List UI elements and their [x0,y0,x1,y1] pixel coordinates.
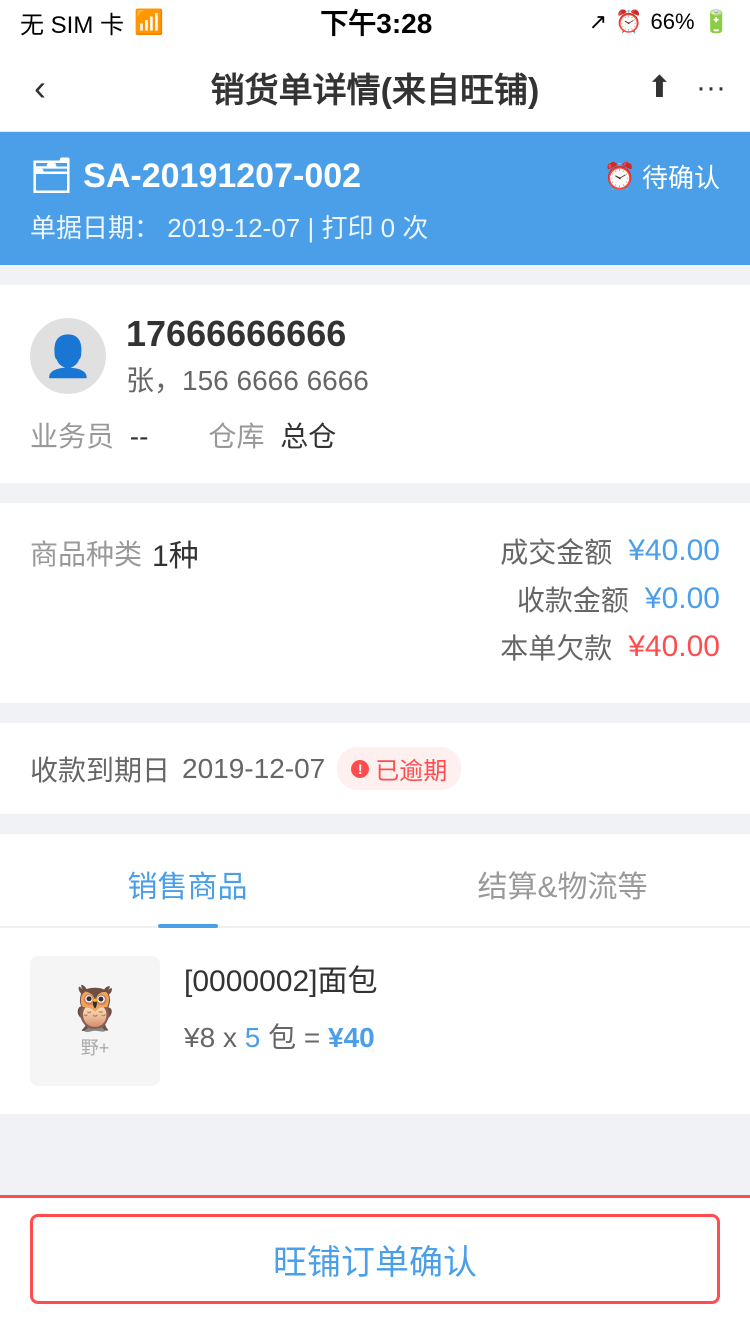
order-header-card: 🗂 SA-20191207-002 ⏰ 待确认 单据日期： 2019-12-07… [0,132,750,265]
status-bar: 无 SIM 卡 📶 下午3:28 ↗ ⏰ 66% 🔋 [0,0,750,44]
order-id-icon: 🗂 [30,156,73,196]
status-right: ↗ ⏰ 66% 🔋 [589,9,730,35]
salesman-label: 业务员 [30,421,114,452]
price-value: ¥8 [184,1022,215,1053]
wifi-icon: 📶 [134,8,164,37]
price-equals: = [304,1022,328,1053]
received-amount: ¥0.00 [645,582,720,616]
product-info: [0000002]面包 ¥8 x 5 包 = ¥40 [184,956,720,1086]
avatar-icon: 👤 [43,333,93,380]
overdue-icon: ! [351,760,369,778]
due-date-section: 收款到期日 2019-12-07 ! 已逾期 [0,723,750,814]
customer-meta: 业务员 -- 仓库 总仓 [30,415,720,455]
bottom-bar: 旺铺订单确认 [0,1195,750,1334]
product-total: ¥40 [328,1022,375,1053]
overdue-badge: ! 已逾期 [337,747,461,790]
alarm-icon: ⏰ [615,9,642,35]
carrier-label: 无 SIM 卡 [20,5,124,40]
product-types-value: 1种 [152,531,199,575]
product-brand-label: 野+ [81,1034,110,1060]
order-id-text: SA-20191207-002 [83,157,361,196]
customer-name: 张，156 6666 6666 [126,359,369,399]
salesman-item: 业务员 -- [30,415,148,455]
owed-label: 本单欠款 [500,627,612,667]
tabs-row: 销售商品 结算&物流等 [0,834,750,928]
order-header-top: 🗂 SA-20191207-002 ⏰ 待确认 [30,156,720,196]
summary-section: 商品种类 1种 成交金额 ¥40.00 收款金额 ¥0.00 本单欠款 ¥40.… [0,503,750,703]
received-label: 收款金额 [517,579,629,619]
received-amount-row: 收款金额 ¥0.00 [500,579,720,619]
overdue-text: 已逾期 [375,751,447,786]
warehouse-label: 仓库 [208,421,264,452]
customer-phone: 17666666666 [126,313,369,355]
customer-details: 17666666666 张，156 6666 6666 [126,313,369,399]
amounts-section: 成交金额 ¥40.00 收款金额 ¥0.00 本单欠款 ¥40.00 [500,531,720,675]
status-time: 下午3:28 [320,2,432,42]
back-button[interactable]: ‹ [24,57,56,119]
product-qty: 5 [245,1022,261,1053]
due-date-value: 2019-12-07 [182,753,325,785]
tab-sales[interactable]: 销售商品 [0,834,375,926]
tab-settlement-label: 结算&物流等 [477,871,647,904]
product-thumbnail: 🦉 野+ [30,956,160,1086]
warehouse-item: 仓库 总仓 [208,415,336,455]
price-multiply: x [223,1022,245,1053]
product-name: [0000002]面包 [184,956,720,1000]
customer-info: 👤 17666666666 张，156 6666 6666 业务员 -- 仓库 … [0,285,750,483]
confirm-button[interactable]: 旺铺订单确认 [30,1214,720,1304]
deal-label: 成交金额 [500,531,612,571]
battery-label: 66% [651,9,695,35]
nav-bar: ‹ 销货单详情(来自旺铺) ⬆︎ ··· [0,44,750,132]
deal-amount-row: 成交金额 ¥40.00 [500,531,720,571]
order-date: 2019-12-07 [167,213,300,243]
deal-amount: ¥40.00 [628,534,720,568]
product-price-row: ¥8 x 5 包 = ¥40 [184,1016,720,1056]
product-unit: 包 [268,1022,296,1053]
print-info: | 打印 0 次 [307,213,428,243]
warehouse-value: 总仓 [280,421,336,452]
status-left: 无 SIM 卡 📶 [20,5,164,40]
salesman-value: -- [130,421,149,452]
product-owl-icon: 🦉 [68,982,123,1034]
share-icon[interactable]: ⬆︎ [647,70,672,105]
product-types-info: 商品种类 1种 [30,531,199,575]
tabs-section: 销售商品 结算&物流等 🦉 野+ [0000002]面包 ¥8 x 5 包 = … [0,834,750,1114]
battery-icon: 🔋 [703,9,730,35]
owed-amount: ¥40.00 [628,630,720,664]
order-id: 🗂 SA-20191207-002 [30,156,361,196]
status-text: 待确认 [642,158,720,195]
page-title: 销货单详情(来自旺铺) [211,63,540,112]
date-label: 单据日期： [30,213,160,243]
order-status: ⏰ 待确认 [604,158,720,195]
customer-card: 👤 17666666666 张，156 6666 6666 业务员 -- 仓库 … [0,285,750,483]
avatar: 👤 [30,318,106,394]
clock-icon: ⏰ [604,161,636,192]
product-types-label: 商品种类 [30,533,142,573]
due-date-label: 收款到期日 [30,749,170,789]
owed-amount-row: 本单欠款 ¥40.00 [500,627,720,667]
customer-row: 👤 17666666666 张，156 6666 6666 [30,313,720,399]
location-icon: ↗ [589,9,607,35]
order-date-row: 单据日期： 2019-12-07 | 打印 0 次 [30,208,720,245]
more-icon[interactable]: ··· [696,71,726,105]
product-item: 🦉 野+ [0000002]面包 ¥8 x 5 包 = ¥40 [0,928,750,1114]
tab-settlement[interactable]: 结算&物流等 [375,834,750,926]
tab-sales-label: 销售商品 [128,871,248,904]
due-date-row: 收款到期日 2019-12-07 ! 已逾期 [30,747,720,790]
nav-actions: ⬆︎ ··· [647,70,726,105]
summary-row: 商品种类 1种 成交金额 ¥40.00 收款金额 ¥0.00 本单欠款 ¥40.… [30,531,720,675]
